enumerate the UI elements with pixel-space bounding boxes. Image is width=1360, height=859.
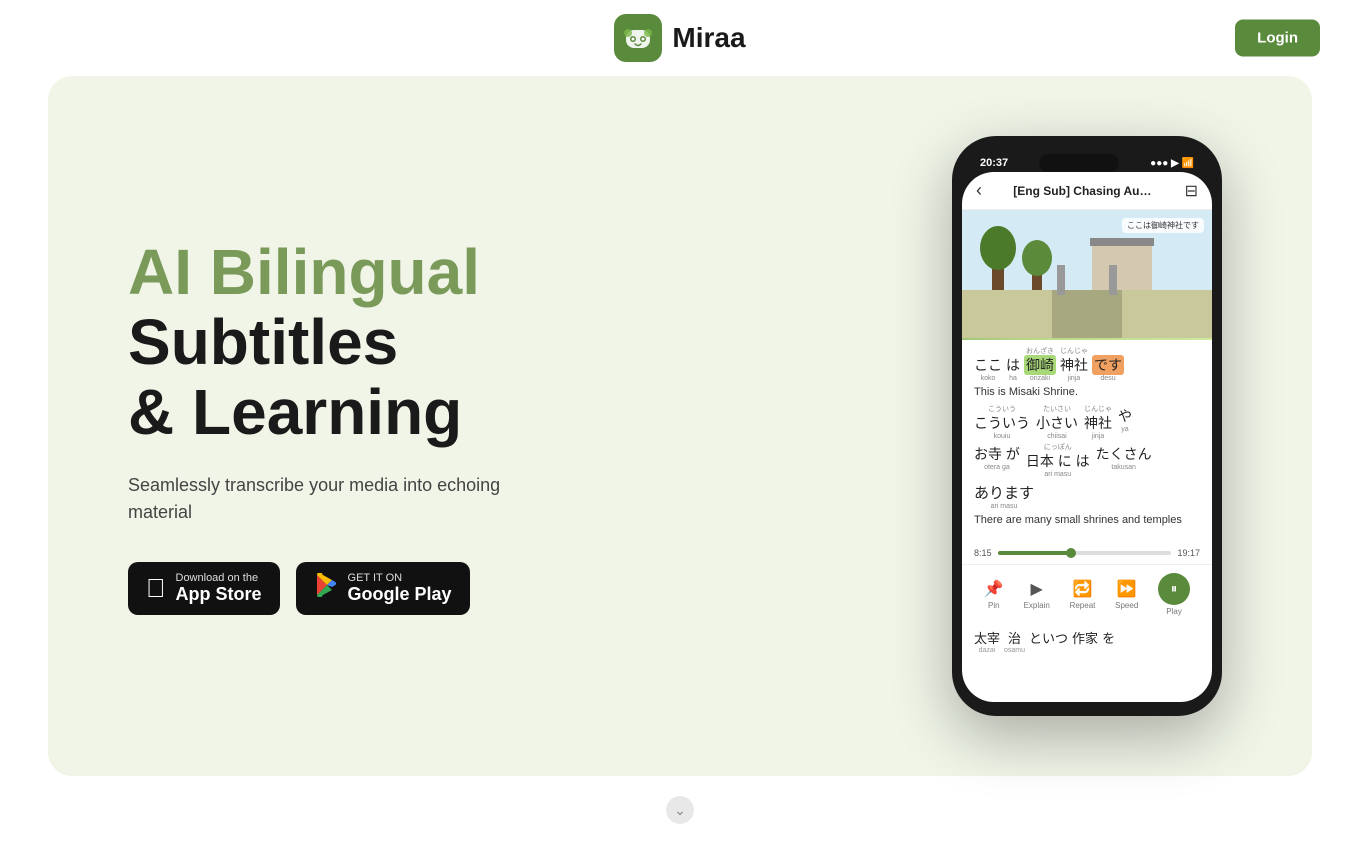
google-play-big-text: Google Play (348, 584, 452, 606)
speed-label: Speed (1115, 601, 1138, 610)
en-subtitle-1: This is Misaki Shrine. (974, 386, 1200, 398)
jp-word-otera: お寺 が otera ga (974, 444, 1020, 478)
repeat-button[interactable]: 🔁 Repeat (1070, 579, 1096, 610)
play-label: Play (1166, 607, 1182, 616)
store-buttons:  Download on the App Store (128, 562, 508, 616)
phone-time: 20:37 (980, 157, 1008, 169)
apple-icon:  (146, 573, 166, 604)
progress-area: 8:15 19:17 (962, 542, 1212, 564)
subtitle-area: ここ koko は ha おんざき 御崎 onzaki (962, 340, 1212, 542)
screen-topbar: ‹ [Eng Sub] Chasing Autumn Sce... ⊟ (962, 172, 1212, 210)
explain-button[interactable]: ▶ Explain (1024, 579, 1050, 610)
repeat-icon: 🔁 (1073, 579, 1093, 599)
jp-word-kouiu: こういう こういう kouiu (974, 406, 1030, 440)
back-icon[interactable]: ‹ (976, 180, 982, 201)
jp-line-4: あります ari masu (974, 482, 1200, 510)
app-store-big-text: App Store (176, 584, 262, 606)
video-overlay-label: ここは御崎神社です (1122, 218, 1204, 233)
play-icon: ⏸ (1158, 573, 1190, 605)
jp-word-onzaki: おんざき 御崎 onzaki (1024, 348, 1056, 382)
explain-label: Explain (1024, 601, 1050, 610)
progress-start: 8:15 (974, 548, 992, 558)
bottom-text: 太宰 dazai 治 osamu といつ 作家 (962, 624, 1212, 664)
jp-word-desu: です desu (1092, 355, 1124, 382)
jp-word-chiisai: たいさい 小さい chiisai (1036, 406, 1078, 440)
screen-title: [Eng Sub] Chasing Autumn Sce... (1013, 184, 1153, 198)
progress-bar-fill (998, 551, 1071, 555)
pin-label: Pin (988, 601, 1000, 610)
scroll-dot-icon: ⌄ (666, 796, 694, 824)
jp-line-3: お寺 が otera ga にっぽん 日本 に は ari masu たくさん … (974, 444, 1200, 478)
jp-word-koko: ここ koko (974, 355, 1002, 382)
controls-row: 📌 Pin ▶ Explain 🔁 Repeat ⏩ Speed (962, 564, 1212, 624)
google-play-text: GET IT ON Google Play (348, 572, 452, 606)
jp-small-wo: を (1102, 628, 1115, 654)
progress-bar[interactable] (998, 551, 1172, 555)
screen-video: ここは御崎神社です (962, 210, 1212, 340)
hero-title-ai: AI Bilingual (128, 236, 480, 308)
phone-status: ●●● ▶ 📶 (1150, 158, 1194, 169)
repeat-label: Repeat (1070, 601, 1096, 610)
jp-small-dazai: 太宰 dazai (974, 628, 1000, 654)
header: Miraa Login (0, 0, 1360, 76)
jp-word-ya: や ya (1118, 406, 1132, 440)
jp-small-toiu: といつ (1029, 628, 1068, 654)
hero-description: Seamlessly transcribe your media into ec… (128, 472, 508, 526)
jp-word-nihon: にっぽん 日本 に は ari masu (1026, 444, 1090, 478)
play-btn-inner: ⏸ (1158, 573, 1190, 605)
jp-word-arimasu: あります ari masu (974, 482, 1034, 510)
google-play-small-text: GET IT ON (348, 572, 452, 584)
screen-menu-icon[interactable]: ⊟ (1185, 181, 1198, 201)
logo-area: Miraa (614, 14, 745, 62)
jp-small-sakka: 作家 (1072, 628, 1098, 654)
jp-line-1: ここ koko は ha おんざき 御崎 onzaki (974, 348, 1200, 382)
speed-button[interactable]: ⏩ Speed (1115, 579, 1138, 610)
jp-word-takusan: たくさん takusan (1096, 444, 1152, 478)
google-play-icon (314, 573, 338, 604)
app-store-button[interactable]:  Download on the App Store (128, 562, 280, 616)
scroll-indicator: ⌄ (0, 776, 1360, 844)
pin-icon: 📌 (984, 579, 1004, 599)
hero-section: AI Bilingual Subtitles & Learning Seamle… (48, 76, 1312, 776)
hero-title-subtitles: Subtitles (128, 307, 508, 377)
jp-word-jinja: じんじゃ 神社 jinja (1060, 348, 1088, 382)
explain-icon: ▶ (1031, 579, 1043, 599)
play-button[interactable]: ⏸ Play (1158, 573, 1190, 616)
app-store-small-text: Download on the (176, 572, 262, 584)
logo-name: Miraa (672, 22, 745, 54)
phone-screen: ‹ [Eng Sub] Chasing Autumn Sce... ⊟ (962, 172, 1212, 702)
phone-frame: 20:37 ●●● ▶ 📶 ‹ [Eng Sub] Chasing Autumn… (952, 136, 1222, 716)
bottom-jp-text: 太宰 dazai 治 osamu といつ 作家 (974, 628, 1200, 654)
hero-left: AI Bilingual Subtitles & Learning Seamle… (128, 237, 508, 616)
pin-button[interactable]: 📌 Pin (984, 579, 1004, 610)
progress-dot (1066, 548, 1076, 558)
hero-title: AI Bilingual Subtitles & Learning (128, 237, 508, 448)
logo-icon (614, 14, 662, 62)
progress-end: 19:17 (1177, 548, 1200, 558)
phone-mockup: 20:37 ●●● ▶ 📶 ‹ [Eng Sub] Chasing Autumn… (952, 136, 1242, 716)
jp-word-ha: は ha (1006, 355, 1020, 382)
speed-icon: ⏩ (1117, 579, 1137, 599)
login-button[interactable]: Login (1235, 20, 1320, 57)
jp-line-2: こういう こういう kouiu たいさい 小さい chiisai じんじゃ 神社 (974, 406, 1200, 440)
google-play-button[interactable]: GET IT ON Google Play (296, 562, 470, 616)
hero-title-learning: & Learning (128, 377, 508, 447)
jp-word-jinja2: じんじゃ 神社 jinja (1084, 406, 1112, 440)
app-store-text: Download on the App Store (176, 572, 262, 606)
en-subtitle-2: There are many small shrines and temples (974, 514, 1200, 526)
jp-small-osamu: 治 osamu (1004, 628, 1025, 654)
